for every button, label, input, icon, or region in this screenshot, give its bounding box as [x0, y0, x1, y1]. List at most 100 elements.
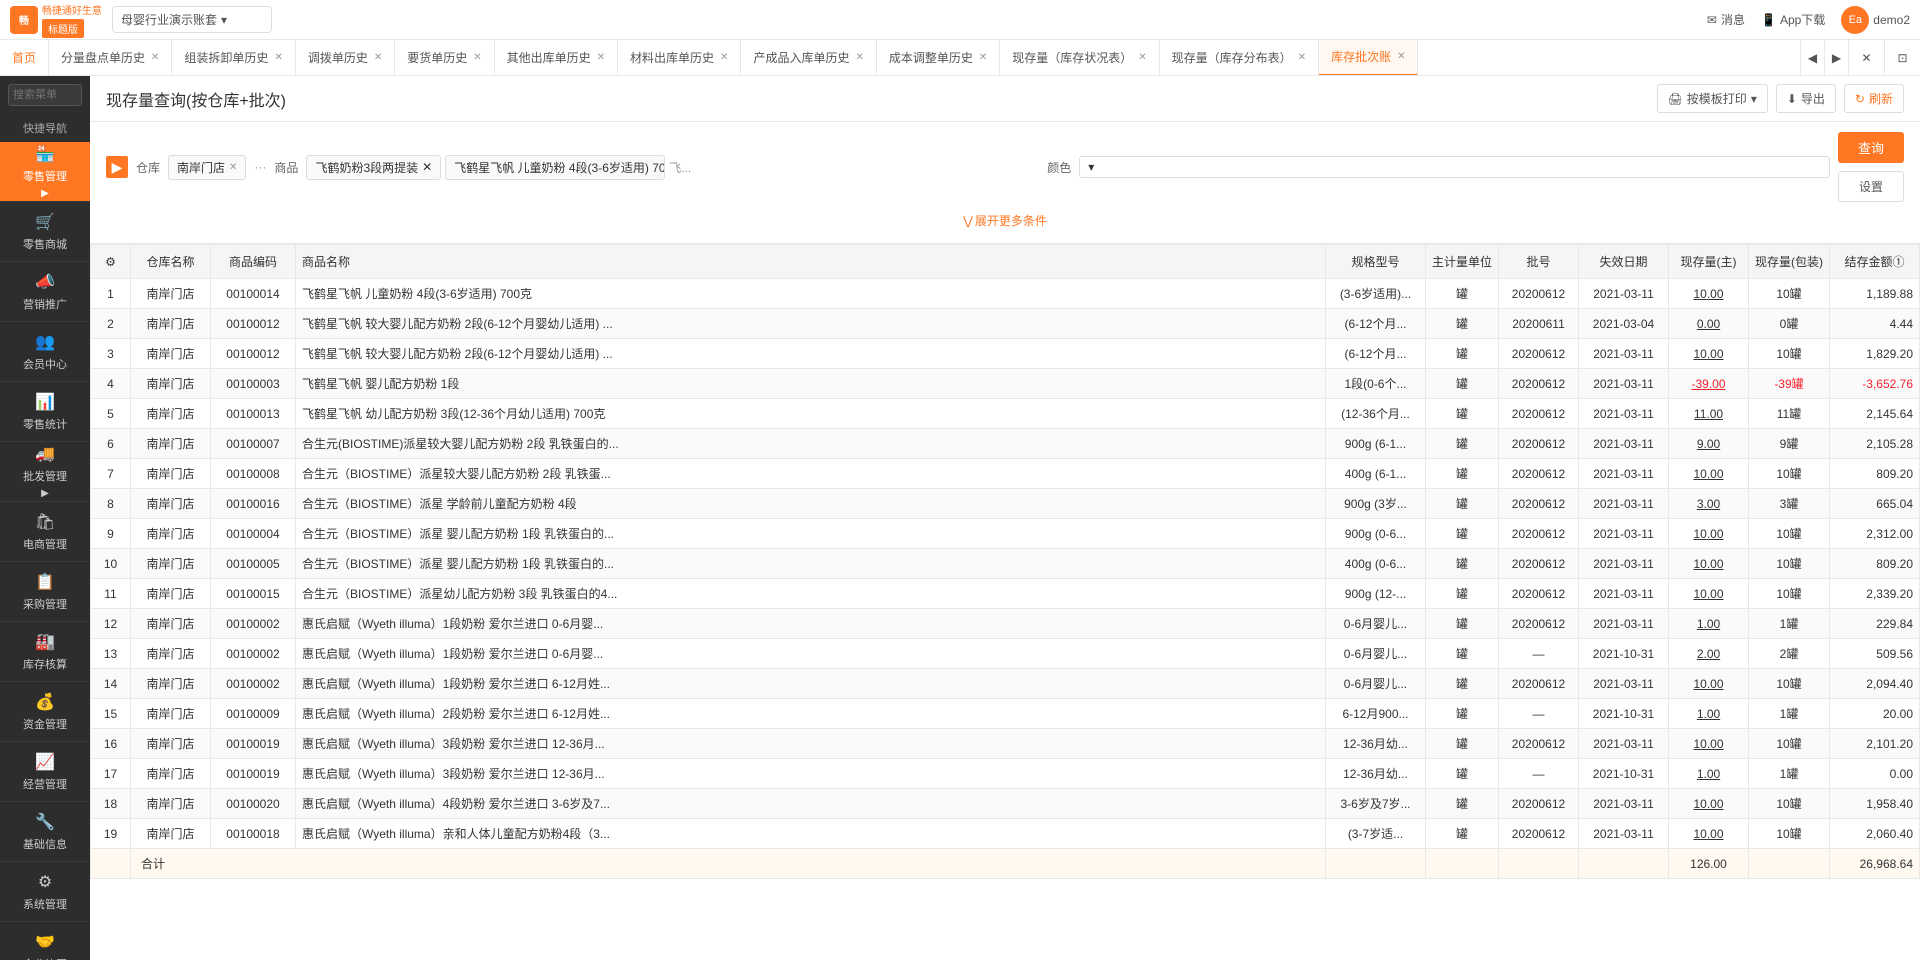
app-download-btn[interactable]: 📱 App下载: [1761, 11, 1825, 28]
row-qty-main[interactable]: 3.00: [1669, 489, 1749, 519]
sidebar-item-business[interactable]: 📈 经营管理: [0, 742, 90, 802]
row-qty-main[interactable]: 10.00: [1669, 519, 1749, 549]
table-row: 5 南岸门店 00100013 飞鹤星飞帆 幼儿配方奶粉 3段(12-36个月幼…: [91, 399, 1920, 429]
sidebar-item-base-info[interactable]: 🔧 基础信息: [0, 802, 90, 862]
sidebar-item-system[interactable]: ⚙ 系统管理: [0, 862, 90, 922]
close-icon[interactable]: ✕: [1138, 52, 1146, 63]
row-code: 00100005: [211, 549, 296, 579]
refresh-button[interactable]: ↻ 刷新: [1844, 84, 1904, 113]
row-qty-main[interactable]: 11.00: [1669, 399, 1749, 429]
row-qty-main[interactable]: 10.00: [1669, 789, 1749, 819]
row-qty-main[interactable]: 1.00: [1669, 609, 1749, 639]
row-qty-main[interactable]: 10.00: [1669, 819, 1749, 849]
nav-next-arrow[interactable]: ▶: [1824, 40, 1848, 76]
close-icon[interactable]: ✕: [855, 52, 863, 63]
close-icon[interactable]: ✕: [274, 52, 282, 63]
template-print-button[interactable]: 🖨 按模板打印 ▾: [1657, 84, 1768, 113]
settings-button[interactable]: 设置: [1838, 171, 1904, 202]
product-tag-2[interactable]: 飞鹤星飞帆 儿童奶粉 4段(3-6岁适用) 700克 ✕: [445, 155, 665, 180]
row-code: 00100009: [211, 699, 296, 729]
warehouse-tag-close[interactable]: ✕: [229, 162, 237, 173]
sidebar-item-retail-stats[interactable]: 📊 零售统计: [0, 382, 90, 442]
row-spec: 12-36月幼...: [1325, 759, 1425, 789]
tab-stock-status[interactable]: 现存量（库存状况表）✕: [1000, 40, 1159, 76]
th-settings[interactable]: ⚙: [91, 245, 131, 279]
row-qty-main[interactable]: 9.00: [1669, 429, 1749, 459]
query-button[interactable]: 查询: [1838, 132, 1904, 163]
tab-inventory-count[interactable]: 分量盘点单历史 ✕: [49, 40, 172, 76]
row-qty-main[interactable]: 10.00: [1669, 339, 1749, 369]
row-unit: 罐: [1425, 789, 1498, 819]
row-qty-main[interactable]: 10.00: [1669, 549, 1749, 579]
row-qty-main[interactable]: 2.00: [1669, 639, 1749, 669]
sidebar-item-ecommerce[interactable]: 🛍 电商管理: [0, 502, 90, 562]
close-icon[interactable]: ✕: [597, 52, 605, 63]
tab-material-outbound[interactable]: 材料出库单历史 ✕: [618, 40, 741, 76]
row-amount: -3,652.76: [1830, 369, 1920, 399]
row-amount: 2,060.40: [1830, 819, 1920, 849]
sidebar-item-retail[interactable]: 🏪 零售管理 ▶: [0, 142, 90, 202]
tab-other-outbound[interactable]: 其他出库单历史 ✕: [495, 40, 618, 76]
table-container: ⚙ 仓库名称 商品编码 商品名称 规格型号 主计量单位 批号 失效日期 现存量(…: [90, 244, 1920, 960]
close-icon[interactable]: ✕: [1298, 52, 1306, 63]
product-tag-1[interactable]: 飞鹤奶粉3段两提装 ✕: [306, 155, 441, 180]
row-qty-main[interactable]: 10.00: [1669, 669, 1749, 699]
sidebar-item-member[interactable]: 👥 会员中心: [0, 322, 90, 382]
top-right-actions: ✉ 消息 📱 App下载 Ea demo2: [1707, 6, 1910, 34]
close-icon[interactable]: ✕: [151, 52, 159, 63]
sidebar-item-purchase[interactable]: 📋 采购管理: [0, 562, 90, 622]
row-qty-main[interactable]: 1.00: [1669, 759, 1749, 789]
tab-transfer[interactable]: 调拨单历史 ✕: [296, 40, 395, 76]
close-icon[interactable]: ✕: [979, 52, 987, 63]
stats-icon: 📊: [35, 392, 55, 412]
row-qty-main[interactable]: -39.00: [1669, 369, 1749, 399]
tab-cost-adjust[interactable]: 成本调整单历史 ✕: [877, 40, 1000, 76]
sidebar-item-finance[interactable]: 💰 资金管理: [0, 682, 90, 742]
row-qty-main[interactable]: 10.00: [1669, 579, 1749, 609]
export-button[interactable]: ⬇ 导出: [1776, 84, 1836, 113]
company-select[interactable]: 母婴行业演示账套 ▾: [112, 6, 272, 33]
table-row: 3 南岸门店 00100012 飞鹤星飞帆 较大婴儿配方奶粉 2段(6-12个月…: [91, 339, 1920, 369]
tab-stock-distribution[interactable]: 现存量（库存分布表）✕: [1160, 40, 1319, 76]
row-qty-main[interactable]: 0.00: [1669, 309, 1749, 339]
expand-more-conditions[interactable]: ⋁ 展开更多条件: [106, 208, 1904, 233]
row-unit: 罐: [1425, 279, 1498, 309]
filter-expand-button[interactable]: ▶: [106, 156, 128, 178]
row-qty-main[interactable]: 10.00: [1669, 459, 1749, 489]
user-profile[interactable]: Ea demo2: [1841, 6, 1910, 34]
message-btn[interactable]: ✉ 消息: [1707, 11, 1745, 28]
search-input[interactable]: [8, 84, 82, 106]
tab-home[interactable]: 首页: [0, 40, 49, 76]
close-icon[interactable]: ✕: [720, 52, 728, 63]
product-filter-tags: 飞鹤奶粉3段两提装 ✕ 飞鹤星飞帆 儿童奶粉 4段(3-6岁适用) 700克 ✕…: [306, 155, 1039, 180]
row-code: 00100020: [211, 789, 296, 819]
product-filter-more[interactable]: 飞...: [669, 159, 691, 176]
table-row: 6 南岸门店 00100007 合生元(BIOSTIME)派星较大婴儿配方奶粉 …: [91, 429, 1920, 459]
product-tag-1-close[interactable]: ✕: [422, 160, 432, 174]
tab-requisition[interactable]: 要货单历史 ✕: [395, 40, 494, 76]
row-qty-main[interactable]: 10.00: [1669, 729, 1749, 759]
marketing-icon: 📣: [35, 272, 55, 292]
nav-prev-arrow[interactable]: ◀: [1800, 40, 1824, 76]
sidebar-item-cooperation[interactable]: 🤝 企业协同: [0, 922, 90, 960]
tab-assembly[interactable]: 组装拆卸单历史 ✕: [172, 40, 295, 76]
row-qty-main[interactable]: 1.00: [1669, 699, 1749, 729]
warehouse-filter-tag[interactable]: 南岸门店 ✕: [168, 155, 246, 180]
row-warehouse: 南岸门店: [131, 309, 211, 339]
nav-close-button[interactable]: ✕: [1848, 40, 1884, 76]
tab-product-inbound[interactable]: 产成品入库单历史 ✕: [741, 40, 876, 76]
close-icon[interactable]: ✕: [374, 52, 382, 63]
close-icon[interactable]: ✕: [1397, 51, 1405, 62]
tab-batch-ledger[interactable]: 库存批次账 ✕: [1319, 40, 1418, 76]
close-icon[interactable]: ✕: [473, 52, 481, 63]
warehouse-filter-more[interactable]: ···: [254, 160, 266, 174]
row-unit: 罐: [1425, 669, 1498, 699]
sidebar-item-inventory[interactable]: 🏭 库存核算: [0, 622, 90, 682]
color-filter-select[interactable]: ▾: [1079, 156, 1830, 178]
sidebar-item-wholesale[interactable]: 🚚 批发管理 ▶: [0, 442, 90, 502]
quick-nav-label[interactable]: 快捷导航: [0, 114, 90, 142]
sidebar-item-shop[interactable]: 🛒 零售商城: [0, 202, 90, 262]
row-qty-main[interactable]: 10.00: [1669, 279, 1749, 309]
nav-menu-button[interactable]: ⊡: [1884, 40, 1920, 76]
sidebar-item-marketing[interactable]: 📣 营销推广: [0, 262, 90, 322]
